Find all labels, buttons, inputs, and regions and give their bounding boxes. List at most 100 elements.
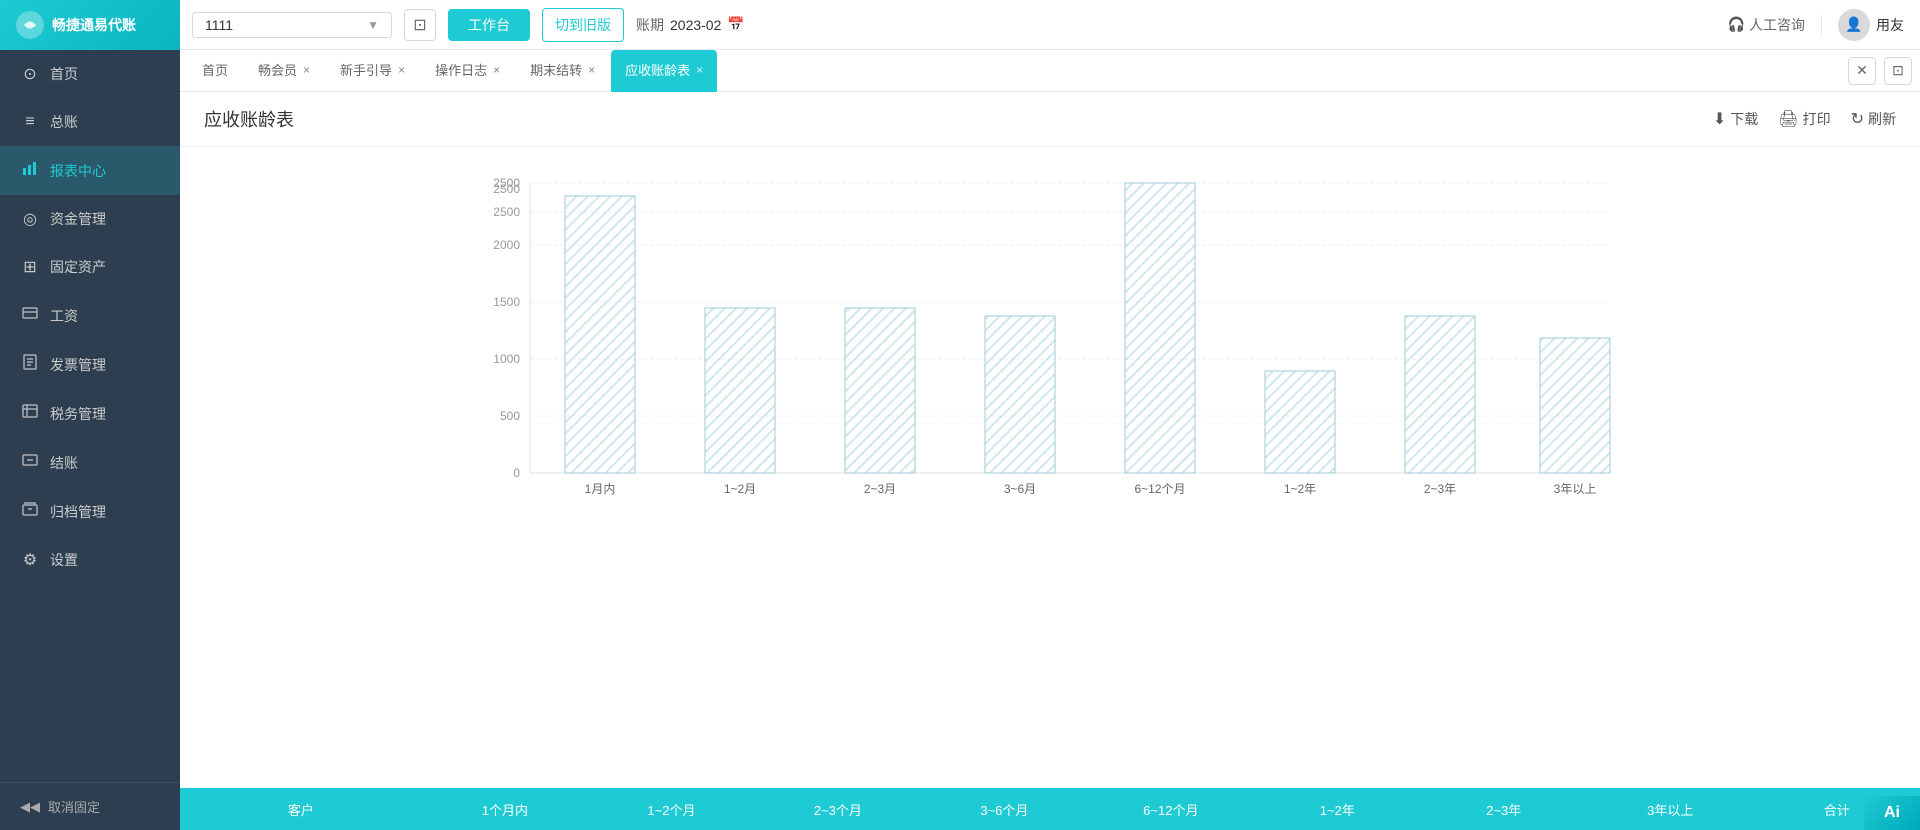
dropdown-arrow-icon: ▼ (367, 18, 379, 32)
svg-text:1~2年: 1~2年 (1284, 482, 1316, 496)
th-3-6m: 3~6个月 (921, 800, 1087, 819)
tab-log[interactable]: 操作日志 × (421, 50, 514, 92)
tab-aging-label: 应收账龄表 (625, 60, 690, 79)
company-name: 1111 (205, 17, 359, 33)
tab-aging[interactable]: 应收账龄表 × (611, 50, 717, 92)
copy-icon[interactable]: ⊡ (404, 9, 436, 41)
svg-text:2500: 2500 (493, 205, 520, 219)
reports-icon (20, 160, 40, 181)
expand-tab-button[interactable]: ⊡ (1884, 57, 1912, 85)
pin-label: 取消固定 (48, 797, 100, 816)
table-header: 客户 1个月内 1~2个月 2~3个月 3~6个月 6~12个月 1~2年 2~… (180, 788, 1920, 830)
svg-text:0: 0 (513, 466, 520, 480)
sidebar-item-ledger[interactable]: ≡ 总账 (0, 98, 180, 146)
tab-closing[interactable]: 期末结转 × (516, 50, 609, 92)
sidebar-pin-toggle[interactable]: ◀◀ 取消固定 (0, 782, 180, 830)
sidebar-item-home[interactable]: ⊙ 首页 (0, 50, 180, 98)
switch-button[interactable]: 切到旧版 (542, 8, 624, 42)
main-layout: ⊙ 首页 ≡ 总账 报表中心 ◎ 资金管理 (0, 50, 1920, 830)
tab-guide-close[interactable]: × (398, 63, 405, 77)
th-2-3m: 2~3个月 (755, 800, 921, 819)
th-6-12m: 6~12个月 (1088, 800, 1254, 819)
sidebar-item-settings[interactable]: ⚙ 设置 (0, 536, 180, 584)
tab-vip-close[interactable]: × (303, 63, 310, 77)
sidebar-item-label: 结账 (50, 453, 78, 473)
period-area: 账期 2023-02 📅 (636, 15, 745, 35)
page-actions: ⬇ 下载 🖨 打印 ↻ 刷新 (1713, 109, 1896, 129)
tab-guide[interactable]: 新手引导 × (326, 50, 419, 92)
assets-icon: ⊞ (20, 257, 40, 277)
sidebar-item-label: 设置 (50, 550, 78, 570)
download-label: 下载 (1730, 109, 1758, 129)
checkout-icon (20, 452, 40, 473)
th-3yplus: 3年以上 (1587, 800, 1753, 819)
page-header: 应收账龄表 ⬇ 下载 🖨 打印 ↻ 刷新 (180, 92, 1920, 147)
close-tab-button[interactable]: ✕ (1848, 57, 1876, 85)
refresh-button[interactable]: ↻ 刷新 (1851, 109, 1896, 129)
print-icon: 🖨 (1778, 109, 1798, 129)
user-area[interactable]: 👤 用友 (1838, 9, 1904, 41)
print-label: 打印 (1803, 109, 1831, 129)
funds-icon: ◎ (20, 209, 40, 229)
settings-icon: ⚙ (20, 550, 40, 570)
th-customer: 客户 (180, 800, 422, 819)
th-1m: 1个月内 (422, 800, 588, 819)
print-button[interactable]: 🖨 打印 (1778, 109, 1830, 129)
svg-text:3~6月: 3~6月 (1004, 482, 1036, 496)
sidebar-scroll: ⊙ 首页 ≡ 总账 报表中心 ◎ 资金管理 (0, 50, 180, 782)
sidebar-item-assets[interactable]: ⊞ 固定资产 (0, 243, 180, 291)
sidebar-item-label: 税务管理 (50, 404, 106, 424)
sidebar-item-label: 资金管理 (50, 209, 106, 229)
sidebar-item-label: 归档管理 (50, 502, 106, 522)
sidebar-item-funds[interactable]: ◎ 资金管理 (0, 195, 180, 243)
th-1-2y: 1~2年 (1254, 800, 1420, 819)
home-icon: ⊙ (20, 64, 40, 84)
th-2-3y: 2~3年 (1421, 800, 1587, 819)
sidebar-item-label: 总账 (50, 112, 78, 132)
avatar-icon: 👤 (1845, 16, 1862, 33)
period-value: 2023-02 (670, 17, 721, 33)
tab-closing-label: 期末结转 (530, 60, 582, 79)
refresh-label: 刷新 (1868, 109, 1896, 129)
pin-icon: ◀◀ (20, 799, 40, 815)
svg-text:500: 500 (500, 409, 520, 423)
avatar: 👤 (1838, 9, 1870, 41)
content-area: 首页 畅会员 × 新手引导 × 操作日志 × 期末结转 × 应收账龄表 × (180, 50, 1920, 830)
tab-home-label: 首页 (202, 60, 228, 79)
header-right: 🎧 人工咨询 👤 用友 (1728, 9, 1904, 41)
svg-text:1月内: 1月内 (585, 482, 616, 496)
workbench-button[interactable]: 工作台 (448, 9, 530, 41)
logo-area: 畅捷通易代账 (0, 0, 180, 50)
sidebar-item-reports[interactable]: 报表中心 (0, 146, 180, 195)
archive-icon (20, 501, 40, 522)
svg-text:6~12个月: 6~12个月 (1134, 482, 1185, 496)
tab-log-close[interactable]: × (493, 63, 500, 77)
svg-text:1~2月: 1~2月 (724, 482, 756, 496)
tab-vip[interactable]: 畅会员 × (244, 50, 324, 92)
refresh-icon: ↻ (1851, 109, 1864, 129)
support-button[interactable]: 🎧 人工咨询 (1728, 15, 1805, 35)
tab-home[interactable]: 首页 (188, 50, 242, 92)
svg-text:3年以上: 3年以上 (1554, 482, 1597, 496)
sidebar-item-checkout[interactable]: 结账 (0, 438, 180, 487)
ai-badge[interactable]: Ai (1864, 796, 1920, 830)
sidebar-item-label: 固定资产 (50, 257, 106, 277)
invoice-icon (20, 354, 40, 375)
sidebar-item-tax[interactable]: 税务管理 (0, 389, 180, 438)
svg-text:2~3月: 2~3月 (864, 482, 896, 496)
tab-aging-close[interactable]: × (696, 63, 703, 77)
download-button[interactable]: ⬇ 下载 (1713, 109, 1758, 129)
tab-closing-close[interactable]: × (588, 63, 595, 77)
salary-icon (20, 305, 40, 326)
logo-icon (16, 11, 44, 39)
sidebar-item-invoice[interactable]: 发票管理 (0, 340, 180, 389)
sidebar-item-archive[interactable]: 归档管理 (0, 487, 180, 536)
svg-text:2500: 2500 (493, 176, 520, 190)
page-title: 应收账龄表 (204, 106, 294, 132)
chart-container: 0 500 1000 1500 2000 2500 2500 2500 (180, 147, 1920, 788)
download-icon: ⬇ (1713, 109, 1726, 129)
calendar-icon[interactable]: 📅 (727, 16, 744, 33)
company-selector[interactable]: 1111 ▼ (192, 12, 392, 38)
tab-vip-label: 畅会员 (258, 60, 297, 79)
sidebar-item-salary[interactable]: 工资 (0, 291, 180, 340)
